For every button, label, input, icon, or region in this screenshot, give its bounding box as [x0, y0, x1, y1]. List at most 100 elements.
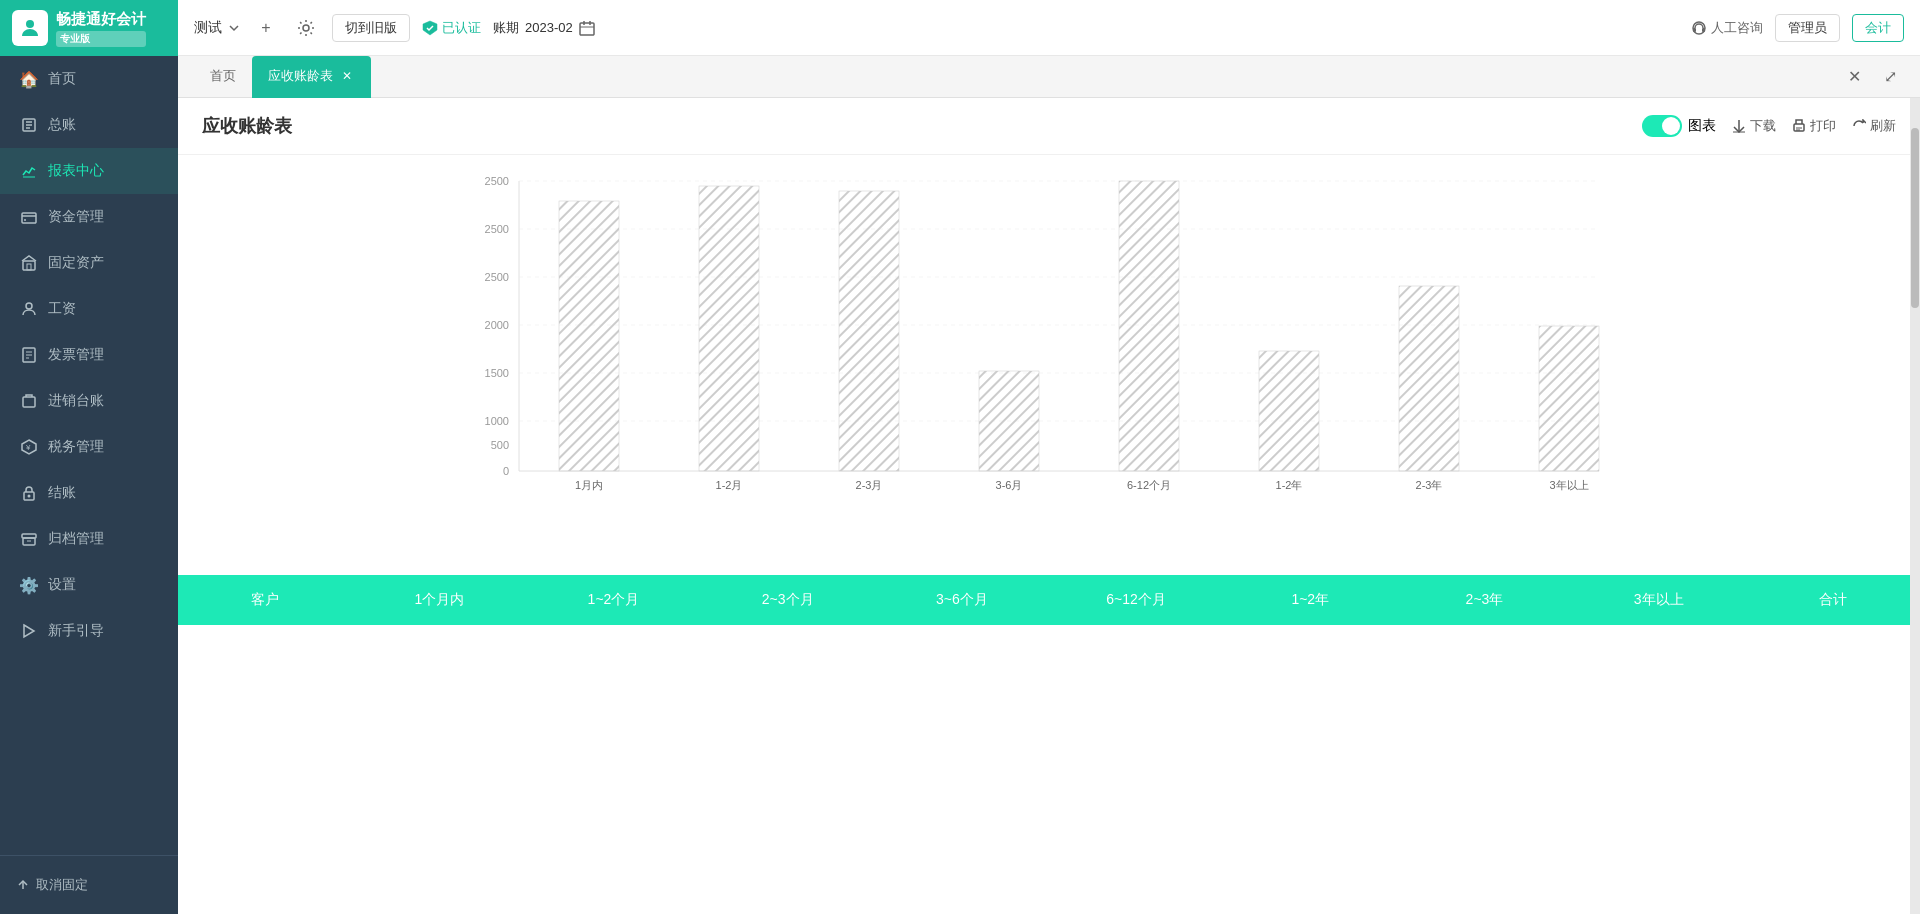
archive-icon [20, 530, 38, 548]
chart-area: 2500 2500 2500 2000 1500 1000 500 0 [178, 155, 1920, 575]
certified-badge: 已认证 [422, 19, 481, 37]
manager-btn[interactable]: 管理员 [1775, 14, 1840, 42]
refresh-icon [1852, 119, 1866, 133]
sidebar-item-ledger[interactable]: 总账 [0, 102, 178, 148]
home-icon: 🏠 [20, 70, 38, 88]
sidebar-item-reports[interactable]: 报表中心 [0, 148, 178, 194]
sidebar-scroll: 🏠 首页 总账 报表中心 [0, 56, 178, 855]
svg-point-20 [28, 495, 31, 498]
sidebar-item-settings[interactable]: ⚙️ 设置 [0, 562, 178, 608]
sidebar-item-closing[interactable]: 结账 [0, 470, 178, 516]
switch-old-btn[interactable]: 切到旧版 [332, 14, 410, 42]
company-selector[interactable]: 测试 [194, 19, 240, 37]
scrollbar-thumb[interactable] [1911, 128, 1919, 308]
tabbar: 首页 应收账龄表 ✕ ✕ ⤢ [178, 56, 1920, 98]
ledger-icon [20, 116, 38, 134]
download-label: 下载 [1750, 117, 1776, 135]
svg-text:1月内: 1月内 [575, 479, 603, 491]
logo-text: 畅捷通好会计 [56, 10, 146, 29]
sidebar-item-invoice[interactable]: 发票管理 [0, 332, 178, 378]
add-button[interactable]: + [252, 14, 280, 42]
col-total: 合计 [1746, 575, 1920, 625]
sidebar-item-capital[interactable]: 资金管理 [0, 194, 178, 240]
refresh-btn[interactable]: 刷新 [1852, 117, 1896, 135]
cancel-fixed-label: 取消固定 [36, 876, 88, 894]
maximize-icon: ⤢ [1884, 67, 1897, 86]
sidebar-item-home[interactable]: 🏠 首页 [0, 56, 178, 102]
logo-icon [12, 10, 48, 46]
svg-text:2500: 2500 [485, 271, 509, 283]
refresh-label: 刷新 [1870, 117, 1896, 135]
ai-consult-label: 人工咨询 [1711, 19, 1763, 37]
print-btn[interactable]: 打印 [1792, 117, 1836, 135]
col-1-2month: 1~2个月 [526, 575, 700, 625]
manager-label: 管理员 [1788, 20, 1827, 35]
col-6-12month: 6~12个月 [1049, 575, 1223, 625]
svg-text:1500: 1500 [485, 367, 509, 379]
assets-icon [20, 254, 38, 272]
tab-home[interactable]: 首页 [194, 56, 252, 98]
svg-point-0 [26, 20, 34, 28]
sidebar-item-payroll[interactable]: 工资 [0, 286, 178, 332]
tab-close-window-btn[interactable]: ✕ [1840, 63, 1868, 91]
gear-icon [297, 19, 315, 37]
svg-text:¥: ¥ [25, 443, 31, 452]
sidebar-item-archive[interactable]: 归档管理 [0, 516, 178, 562]
sidebar-item-guide[interactable]: 新手引导 [0, 608, 178, 654]
svg-text:1000: 1000 [485, 415, 509, 427]
sidebar-label-home: 首页 [48, 70, 76, 88]
company-name: 测试 [194, 19, 222, 37]
period-info: 账期 2023-02 [493, 19, 595, 37]
sidebar-label-guide: 新手引导 [48, 622, 104, 640]
sidebar-label-capital: 资金管理 [48, 208, 104, 226]
print-label: 打印 [1810, 117, 1836, 135]
svg-text:2500: 2500 [485, 175, 509, 187]
print-icon [1792, 119, 1806, 133]
tab-close-icon[interactable]: ✕ [339, 68, 355, 84]
svg-text:2500: 2500 [485, 223, 509, 235]
page-content: 应收账龄表 图表 [178, 98, 1920, 914]
download-btn[interactable]: 下载 [1732, 117, 1776, 135]
svg-text:3-6月: 3-6月 [996, 479, 1023, 491]
report-page: 应收账龄表 图表 [178, 98, 1920, 914]
topbar-settings-button[interactable] [292, 14, 320, 42]
tab-maximize-btn[interactable]: ⤢ [1876, 63, 1904, 91]
calendar-icon[interactable] [579, 20, 595, 36]
svg-marker-24 [24, 625, 34, 637]
chart-toggle[interactable]: 图表 [1642, 115, 1716, 137]
ai-consult-btn[interactable]: 人工咨询 [1691, 19, 1763, 37]
switch-track[interactable] [1642, 115, 1682, 137]
report-header: 应收账龄表 图表 [178, 98, 1920, 155]
dropdown-icon [228, 22, 240, 34]
period-value: 2023-02 [525, 20, 573, 35]
svg-text:2000: 2000 [485, 319, 509, 331]
sidebar-label-purchase: 进销台账 [48, 392, 104, 410]
svg-rect-16 [23, 397, 35, 407]
scrollbar-track[interactable] [1910, 98, 1920, 914]
svg-rect-34 [1702, 28, 1705, 32]
bar-5 [1119, 181, 1179, 471]
sidebar-item-tax[interactable]: ¥ 税务管理 [0, 424, 178, 470]
tab-aging[interactable]: 应收账龄表 ✕ [252, 56, 371, 98]
svg-text:1-2月: 1-2月 [716, 479, 743, 491]
main-area: 测试 + 切到旧版 已认证 账期 2023-02 [178, 0, 1920, 914]
topbar-right: 人工咨询 管理员 会计 [1691, 14, 1904, 42]
svg-point-26 [303, 25, 309, 31]
sidebar-label-ledger: 总账 [48, 116, 76, 134]
accountant-btn[interactable]: 会计 [1852, 14, 1904, 42]
svg-rect-33 [1693, 28, 1696, 32]
sidebar-item-assets[interactable]: 固定资产 [0, 240, 178, 286]
headset-icon [1691, 20, 1707, 36]
svg-text:0: 0 [503, 465, 509, 477]
sidebar-item-purchase[interactable]: 进销台账 [0, 378, 178, 424]
bar-6 [1259, 351, 1319, 471]
sidebar-bottom: 取消固定 [0, 855, 178, 914]
report-title: 应收账龄表 [202, 114, 292, 138]
accountant-label: 会计 [1865, 20, 1891, 35]
sidebar: 畅捷通好会计 专业版 🏠 首页 总账 [0, 0, 178, 914]
bar-chart: 2500 2500 2500 2000 1500 1000 500 0 [202, 171, 1896, 531]
tab-home-label: 首页 [210, 67, 236, 85]
guide-icon [20, 622, 38, 640]
cancel-fixed-btn[interactable]: 取消固定 [0, 866, 178, 904]
add-icon: + [261, 19, 270, 37]
